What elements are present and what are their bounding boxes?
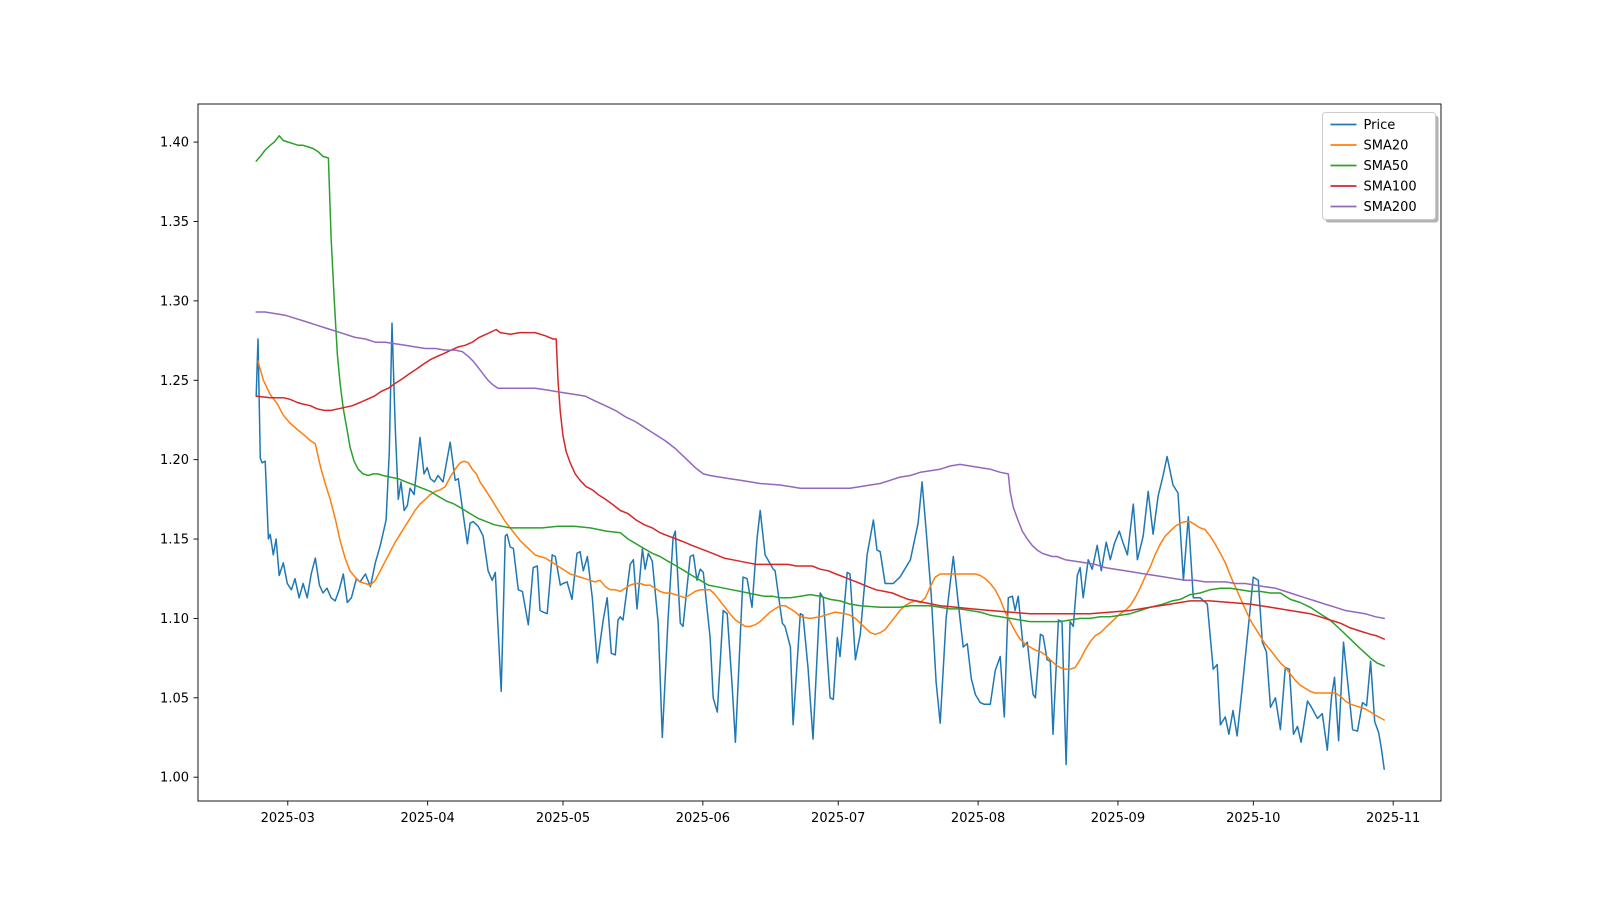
- y-axis-tick-label: 1.10: [160, 612, 189, 627]
- legend-label-sma50: SMA50: [1364, 159, 1409, 174]
- y-axis-tick-label: 1.30: [160, 294, 189, 309]
- x-axis-tick-label: 2025-08: [951, 811, 1005, 826]
- y-axis-tick-label: 1.05: [160, 691, 189, 706]
- price-chart: 2025-03 2025-04 2025-05 2025-06 2025-07 2025-…: [160, 103, 1442, 826]
- y-axis-tick-label: 1.00: [160, 771, 189, 786]
- x-axis-tick-label: 2025-11: [1366, 811, 1420, 826]
- x-axis-tick-label: 2025-07: [811, 811, 865, 826]
- y-axis-tick-label: 1.25: [160, 374, 189, 389]
- x-axis-tick-label: 2025-05: [536, 811, 590, 826]
- x-axis-tick-label: 2025-04: [400, 811, 454, 826]
- y-axis-tick-label: 1.35: [160, 215, 189, 230]
- y-axis-tick-label: 1.20: [160, 453, 189, 468]
- figure: 2025-03 2025-04 2025-05 2025-06 2025-07 2025-…: [0, 0, 1600, 900]
- x-axis-tick-label: 2025-09: [1091, 811, 1145, 826]
- y-axis-tick-label: 1.15: [160, 533, 189, 548]
- legend-label-sma20: SMA20: [1364, 139, 1409, 154]
- legend-label-sma200: SMA200: [1364, 200, 1417, 215]
- x-axis-tick-label: 2025-10: [1226, 811, 1280, 826]
- legend-label-sma100: SMA100: [1364, 180, 1417, 195]
- plot-area: [197, 103, 1442, 802]
- y-axis-tick-label: 1.40: [160, 136, 189, 151]
- x-axis-tick-label: 2025-03: [261, 811, 315, 826]
- legend-label-price: Price: [1364, 118, 1396, 133]
- x-axis-tick-label: 2025-06: [676, 811, 730, 826]
